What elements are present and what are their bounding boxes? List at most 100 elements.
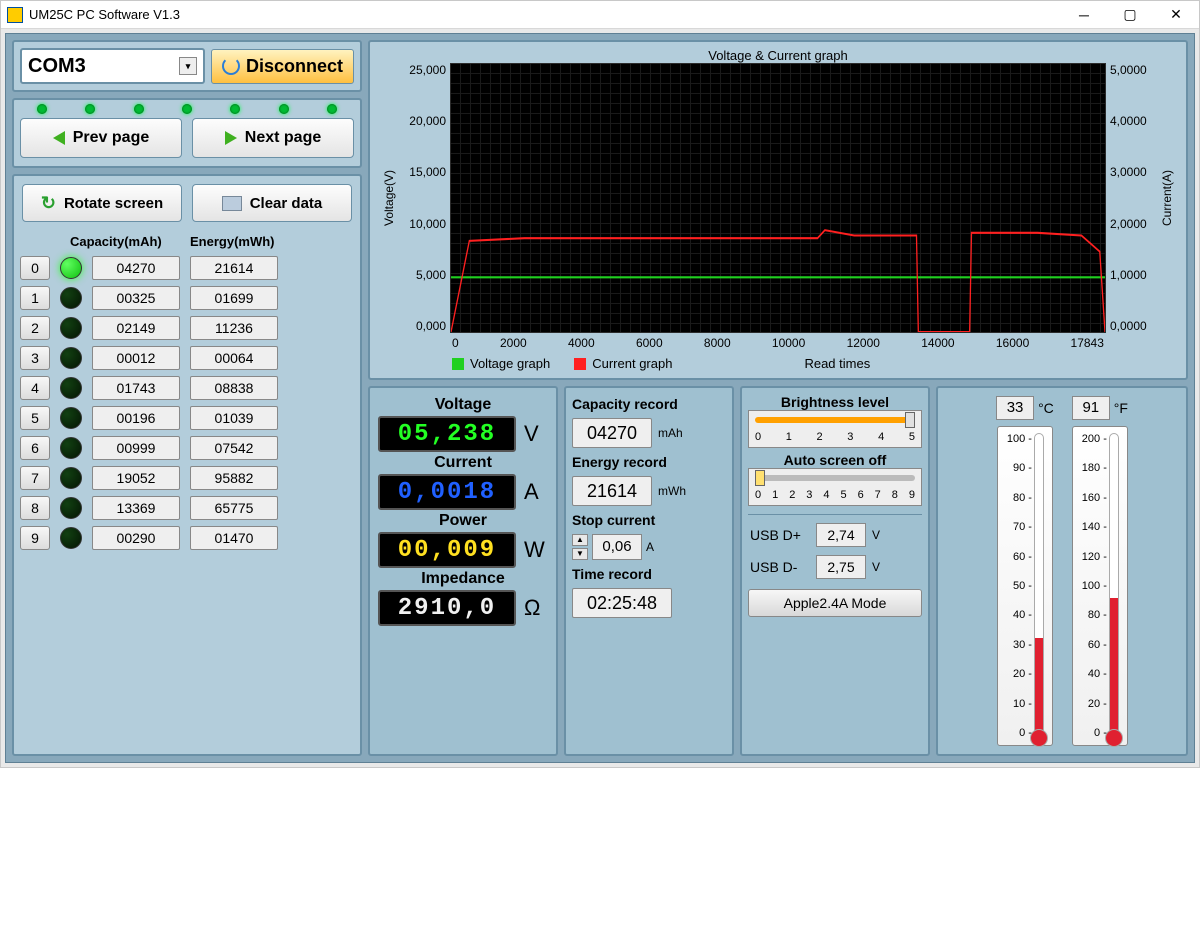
memory-slot-button[interactable]: 2 [20,316,50,340]
next-page-button[interactable]: Next page [192,118,354,158]
memory-capacity: 01743 [92,376,180,400]
thermometer-f: 200 -180 -160 -140 -120 -100 -80 -60 -40… [1072,426,1128,746]
brightness-slider[interactable] [755,411,915,429]
usb-dm-value: 2,75 [816,555,866,579]
memory-slot-button[interactable]: 4 [20,376,50,400]
memory-energy: 01039 [190,406,278,430]
rotate-screen-button[interactable]: ↻ Rotate screen [22,184,182,222]
memory-energy: 01699 [190,286,278,310]
memory-energy: 00064 [190,346,278,370]
legend-current: Current graph [592,356,672,371]
memory-energy: 65775 [190,496,278,520]
memory-row: 4 01743 08838 [14,373,360,403]
memory-capacity: 19052 [92,466,180,490]
memory-energy: 07542 [190,436,278,460]
power-label: Power [378,512,548,530]
memory-energy: 01470 [190,526,278,550]
voltage-label: Voltage [378,396,548,414]
temp-f-value: 91 [1072,396,1110,420]
power-display: 00,009 [378,532,516,568]
memory-led [60,497,82,519]
close-button[interactable]: ✕ [1153,1,1199,29]
capacity-record-value: 04270 [572,418,652,448]
energy-record-value: 21614 [572,476,652,506]
legend-current-icon [574,358,586,370]
brightness-label: Brightness level [748,394,922,410]
chart-panel: Voltage & Current graph Voltage(V) 25,00… [368,40,1188,380]
stop-current-down[interactable]: ▼ [572,548,588,560]
memory-led [60,287,82,309]
stop-current-up[interactable]: ▲ [572,534,588,546]
energy-header: Energy(mWh) [190,234,275,249]
y2-axis-label: Current(A) [1158,63,1176,333]
plot-area [450,63,1106,333]
usb-dp-value: 2,74 [816,523,866,547]
memory-row: 1 00325 01699 [14,283,360,313]
memory-led [60,437,82,459]
memory-capacity: 04270 [92,256,180,280]
auto-off-label: Auto screen off [748,452,922,468]
memory-led [60,347,82,369]
memory-row: 7 19052 95882 [14,463,360,493]
clear-data-button[interactable]: Clear data [192,184,352,222]
capacity-record-label: Capacity record [572,396,726,412]
mode-button[interactable]: Apple2.4A Mode [748,589,922,617]
x-axis-label: Read times [804,356,870,371]
memory-row: 5 00196 01039 [14,403,360,433]
disconnect-button[interactable]: Disconnect [211,49,354,84]
memory-energy: 08838 [190,376,278,400]
memory-energy: 11236 [190,316,278,340]
memory-slot-button[interactable]: 0 [20,256,50,280]
title-bar: UM25C PC Software V1.3 ─ ▢ ✕ [1,1,1199,29]
app-icon [7,7,23,23]
y1-axis-label: Voltage(V) [380,63,398,333]
memory-led [60,527,82,549]
printer-icon [222,196,242,211]
window-title: UM25C PC Software V1.3 [29,7,180,22]
legend-voltage-icon [452,358,464,370]
refresh-icon [222,57,240,75]
memory-capacity: 00290 [92,526,180,550]
stop-current-value[interactable]: 0,06 [592,534,642,560]
memory-slot-button[interactable]: 3 [20,346,50,370]
thermometer-c: 100 -90 -80 -70 -60 -50 -40 -30 -20 -10 … [997,426,1053,746]
chart-title: Voltage & Current graph [380,48,1176,63]
memory-led [60,257,82,279]
memory-slot-button[interactable]: 6 [20,436,50,460]
memory-row: 8 13369 65775 [14,493,360,523]
memory-slot-button[interactable]: 8 [20,496,50,520]
arrow-right-icon [225,131,237,145]
legend-voltage: Voltage graph [470,356,550,371]
prev-page-button[interactable]: Prev page [20,118,182,158]
memory-energy: 21614 [190,256,278,280]
memory-slot-button[interactable]: 1 [20,286,50,310]
capacity-header: Capacity(mAh) [70,234,190,249]
dropdown-icon[interactable]: ▾ [179,57,197,75]
energy-record-label: Energy record [572,454,726,470]
auto-off-slider[interactable] [755,469,915,487]
time-record-value: 02:25:48 [572,588,672,618]
memory-capacity: 00325 [92,286,180,310]
temp-c-value: 33 [996,396,1034,420]
memory-slot-button[interactable]: 7 [20,466,50,490]
memory-row: 6 00999 07542 [14,433,360,463]
memory-led [60,467,82,489]
current-label: Current [378,454,548,472]
rotate-icon: ↻ [41,193,56,214]
impedance-label: Impedance [378,570,548,588]
com-port-value: COM3 [28,55,86,78]
memory-energy: 95882 [190,466,278,490]
memory-led [60,407,82,429]
maximize-button[interactable]: ▢ [1107,1,1153,29]
memory-capacity: 02149 [92,316,180,340]
memory-capacity: 13369 [92,496,180,520]
memory-slot-button[interactable]: 9 [20,526,50,550]
arrow-left-icon [53,131,65,145]
time-record-label: Time record [572,566,726,582]
memory-led [60,377,82,399]
memory-slot-button[interactable]: 5 [20,406,50,430]
minimize-button[interactable]: ─ [1061,1,1107,29]
memory-capacity: 00012 [92,346,180,370]
memory-row: 9 00290 01470 [14,523,360,553]
com-port-select[interactable]: COM3 ▾ [20,48,205,84]
